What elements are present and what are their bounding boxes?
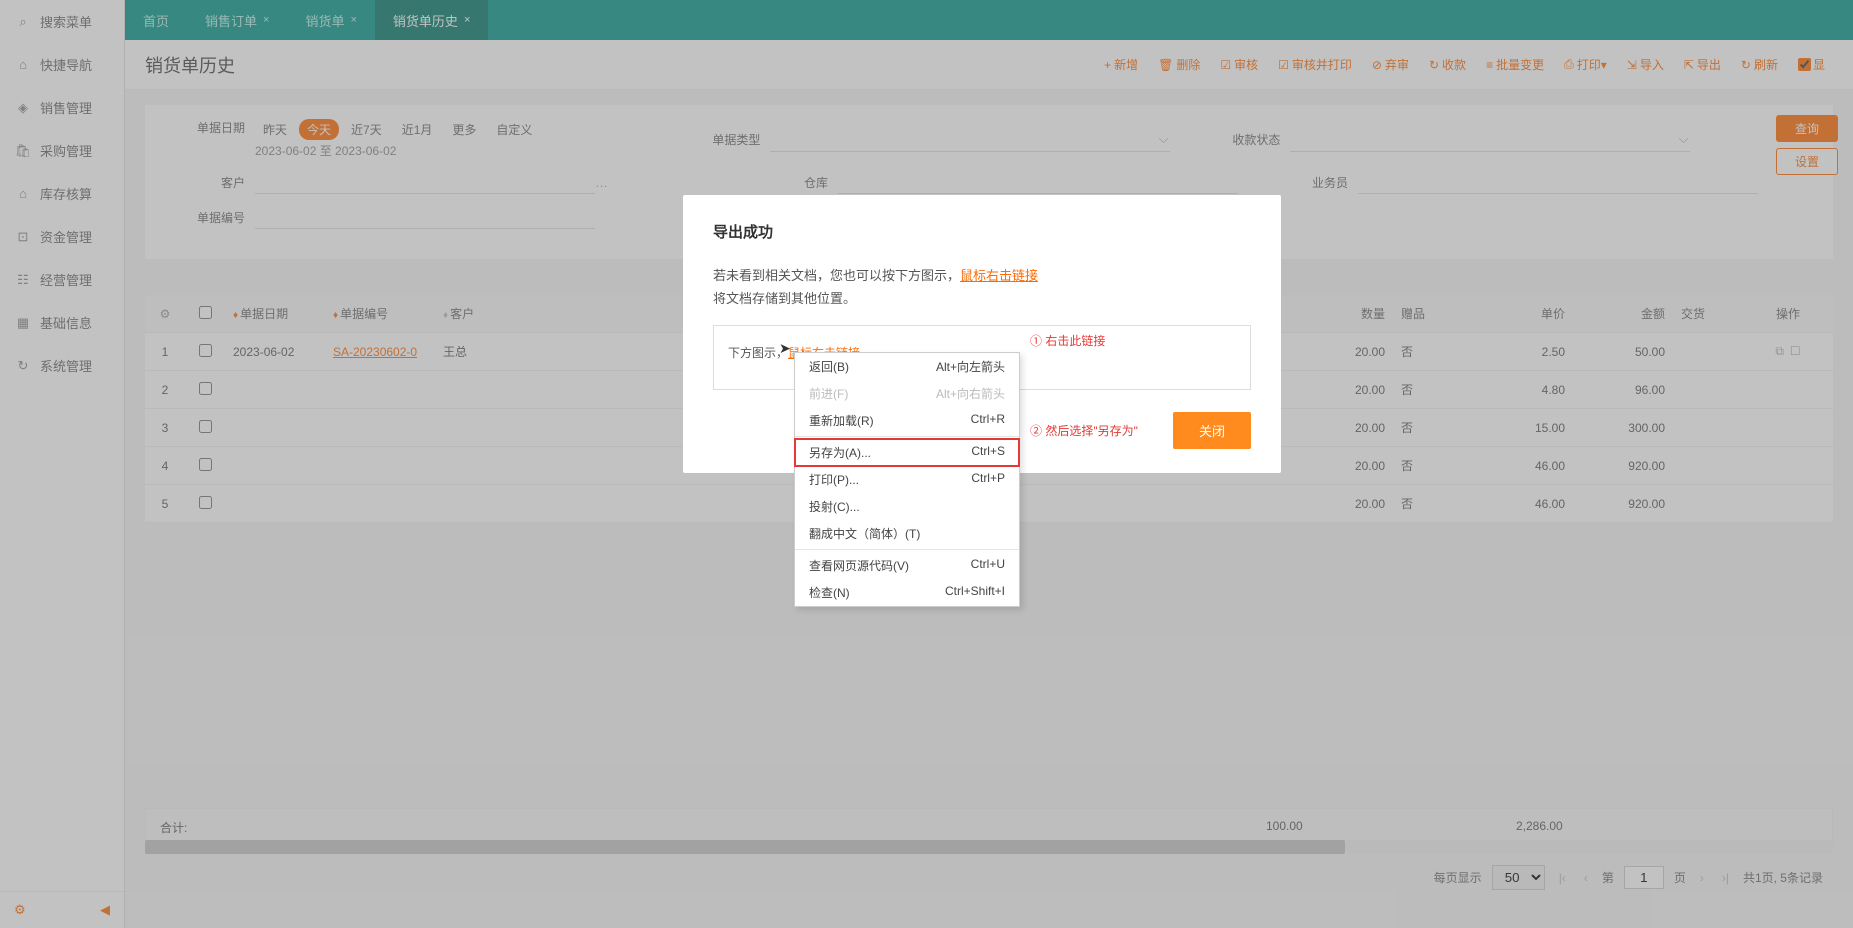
modal-close-button[interactable]: 关闭 <box>1173 412 1251 449</box>
callout-1: ① 右击此链接 <box>1030 332 1105 349</box>
ctx-inspect: 检查(N)Ctrl+Shift+I <box>795 579 1019 606</box>
export-success-modal: 导出成功 若未看到相关文档，您也可以按下方图示，鼠标右击链接 将文档存储到其他位… <box>683 195 1281 473</box>
ctx-back: 返回(B)Alt+向左箭头 <box>795 353 1019 380</box>
modal-text: 若未看到相关文档，您也可以按下方图示，鼠标右击链接 将文档存储到其他位置。 <box>713 264 1251 311</box>
ctx-reload: 重新加载(R)Ctrl+R <box>795 407 1019 434</box>
ctx-forward: 前进(F)Alt+向右箭头 <box>795 380 1019 407</box>
ctx-translate: 翻成中文（简体）(T) <box>795 520 1019 547</box>
ctx-cast: 投射(C)... <box>795 493 1019 520</box>
right-click-link[interactable]: 鼠标右击链接 <box>960 268 1038 283</box>
ctx-print: 打印(P)...Ctrl+P <box>795 466 1019 493</box>
callout-2: ② 然后选择"另存为" <box>1030 422 1138 439</box>
modal-instruction-image: 下方图示，鼠标右击链接 ➤ ① 右击此链接 ② 然后选择"另存为" 返回(B)A… <box>713 325 1251 390</box>
ctx-saveas: 另存为(A)...Ctrl+S <box>795 439 1019 466</box>
ctx-viewsrc: 查看网页源代码(V)Ctrl+U <box>795 552 1019 579</box>
context-menu-demo: 返回(B)Alt+向左箭头 前进(F)Alt+向右箭头 重新加载(R)Ctrl+… <box>794 352 1020 607</box>
cursor-icon: ➤ <box>779 340 791 357</box>
modal-title: 导出成功 <box>713 221 1251 242</box>
